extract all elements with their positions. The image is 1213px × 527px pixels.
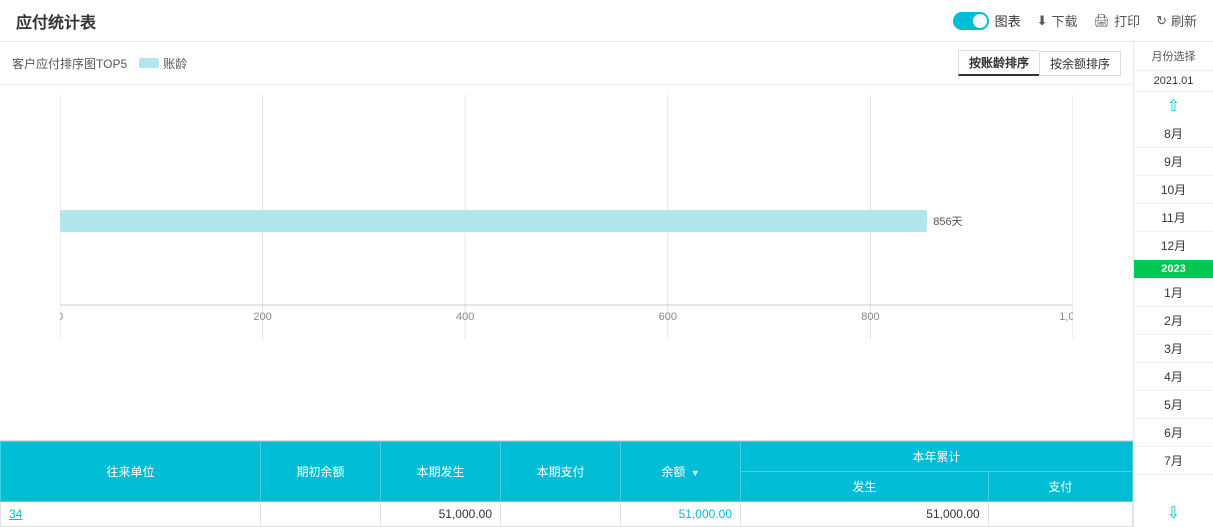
print-label: 打印: [1114, 11, 1140, 30]
x-tick-1000: 1,000: [1059, 311, 1073, 323]
scroll-up-button[interactable]: ⇧: [1134, 92, 1213, 120]
sort-by-balance-button[interactable]: 按余额排序: [1039, 51, 1121, 76]
th-ytd-occ: 发生: [741, 472, 989, 502]
legend-color-box: [139, 58, 159, 68]
td-balance: 51,000.00: [621, 502, 741, 527]
month-item[interactable]: 2月: [1134, 307, 1213, 335]
th-ytd-pay: 支付: [988, 472, 1132, 502]
month-item[interactable]: 7月: [1134, 447, 1213, 475]
td-current-pay: [501, 502, 621, 527]
month-item[interactable]: 9月: [1134, 148, 1213, 176]
month-item[interactable]: 11月: [1134, 204, 1213, 232]
x-tick-400: 400: [456, 311, 474, 323]
header-actions: 图表 ⬇ 下载 🖨 打印 ↻ 刷新: [953, 11, 1197, 30]
x-tick-800: 800: [861, 311, 879, 323]
sidebar: 月份选择 2021.01 ⇧ 8月9月10月11月12月20231月2月3月4月…: [1133, 42, 1213, 527]
month-item[interactable]: 5月: [1134, 391, 1213, 419]
sidebar-year-month: 2021.01: [1134, 71, 1213, 92]
td-current-occ: 51,000.00: [381, 502, 501, 527]
data-table: 往来单位 期初余额 本期发生 本期支付 余额 ▼ 本年累计: [0, 441, 1133, 527]
chart-legend: 客户应付排序图TOP5 账龄: [12, 55, 187, 72]
download-icon: ⬇: [1037, 13, 1048, 29]
download-label: 下载: [1052, 11, 1078, 30]
chart-toolbar: 客户应付排序图TOP5 账龄 按账龄排序 按余额排序: [0, 42, 1133, 85]
th-unit: 往来单位: [1, 442, 261, 502]
page-container: 应付统计表 图表 ⬇ 下载 🖨 打印 ↻ 刷新: [0, 0, 1213, 527]
sort-by-age-button[interactable]: 按账龄排序: [958, 50, 1039, 76]
legend-item: 账龄: [139, 55, 187, 72]
th-ytd: 本年累计: [741, 442, 1133, 472]
toggle-thumb: [973, 14, 987, 28]
month-item[interactable]: 8月: [1134, 120, 1213, 148]
month-item[interactable]: 6月: [1134, 419, 1213, 447]
td-opening: [261, 502, 381, 527]
chart-area: 34 856天 0 200 400 600 800 1,000: [0, 85, 1133, 440]
balance-icon: ▼: [691, 468, 700, 478]
td-ytd-pay: [988, 502, 1132, 527]
toggle-track[interactable]: [953, 12, 989, 30]
month-item[interactable]: 4月: [1134, 363, 1213, 391]
legend-color-label: 账龄: [163, 55, 187, 72]
refresh-label: 刷新: [1171, 11, 1197, 30]
bar-rect: [60, 210, 927, 232]
chart-label: 图表: [995, 11, 1021, 30]
page-title: 应付统计表: [16, 9, 96, 33]
td-ytd-occ: 51,000.00: [741, 502, 989, 527]
th-current-pay: 本期支付: [501, 442, 621, 502]
month-item[interactable]: 3月: [1134, 335, 1213, 363]
download-button[interactable]: ⬇ 下载: [1037, 11, 1078, 30]
chart-sort: 按账龄排序 按余额排序: [958, 50, 1121, 76]
print-button[interactable]: 🖨 打印: [1094, 11, 1141, 30]
td-unit: 34: [1, 502, 261, 527]
header: 应付统计表 图表 ⬇ 下载 🖨 打印 ↻ 刷新: [0, 0, 1213, 42]
year-divider[interactable]: 2023: [1134, 260, 1213, 279]
bar-chart-svg: 34 856天 0 200 400 600 800 1,000: [60, 95, 1073, 400]
table-section: 往来单位 期初余额 本期发生 本期支付 余额 ▼ 本年累计: [0, 440, 1133, 527]
th-balance: 余额 ▼: [621, 442, 741, 502]
refresh-button[interactable]: ↻ 刷新: [1156, 11, 1197, 30]
th-opening: 期初余额: [261, 442, 381, 502]
print-icon: 🖨: [1094, 13, 1111, 29]
refresh-icon: ↻: [1156, 13, 1167, 29]
month-item[interactable]: 1月: [1134, 279, 1213, 307]
unit-link[interactable]: 34: [9, 507, 22, 521]
chart-section: 客户应付排序图TOP5 账龄 按账龄排序 按余额排序: [0, 42, 1133, 527]
sidebar-header-label: 月份选择: [1134, 42, 1213, 71]
th-current-occ: 本期发生: [381, 442, 501, 502]
x-tick-0: 0: [60, 311, 63, 323]
main-area: 客户应付排序图TOP5 账龄 按账龄排序 按余额排序: [0, 42, 1213, 527]
month-list: 8月9月10月11月12月20231月2月3月4月5月6月7月: [1134, 120, 1213, 499]
month-item[interactable]: 12月: [1134, 232, 1213, 260]
x-tick-600: 600: [659, 311, 677, 323]
month-item[interactable]: 10月: [1134, 176, 1213, 204]
legend-title: 客户应付排序图TOP5: [12, 55, 127, 72]
table-wrap: 往来单位 期初余额 本期发生 本期支付 余额 ▼ 本年累计: [0, 441, 1133, 527]
table-row: 34 51,000.00 51,000.00 51,000.00: [1, 502, 1133, 527]
bar-end-label: 856天: [933, 216, 962, 228]
chart-toggle[interactable]: 图表: [953, 11, 1021, 30]
x-tick-200: 200: [253, 311, 271, 323]
scroll-down-button[interactable]: ⇩: [1134, 499, 1213, 527]
